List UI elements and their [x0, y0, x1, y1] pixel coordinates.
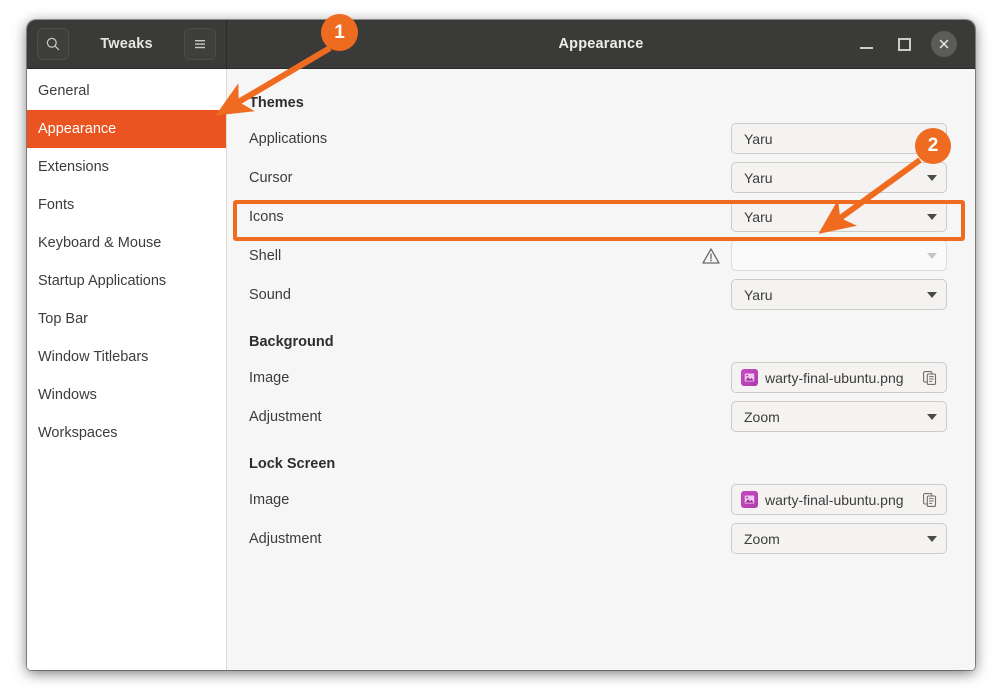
sidebar-item-label: Workspaces	[38, 425, 118, 441]
appearance-settings-panel: Themes Applications Yaru Cursor Yaru Icons Yar…	[227, 69, 975, 670]
sidebar-item-label: Appearance	[38, 121, 117, 137]
setting-row-background-adjustment: Adjustment Zoom	[249, 397, 947, 436]
sidebar-item-label: Extensions	[38, 159, 109, 175]
sidebar-item-label: Keyboard & Mouse	[38, 235, 162, 251]
image-file-name: warty-final-ubuntu.png	[765, 491, 904, 508]
chevron-down-icon	[927, 174, 937, 181]
dropdown-themes-cursor[interactable]: Yaru	[731, 162, 947, 193]
document-stack-icon[interactable]	[922, 492, 938, 508]
dropdown-value: Yaru	[744, 286, 773, 303]
maximize-icon	[897, 37, 911, 51]
section-heading-label: Themes	[249, 95, 304, 111]
setting-row-themes-applications: Applications Yaru	[249, 119, 947, 158]
image-file-name: warty-final-ubuntu.png	[765, 369, 904, 386]
image-file-button[interactable]: warty-final-ubuntu.png	[731, 484, 947, 515]
section-heading-themes: Themes	[249, 91, 947, 115]
chevron-down-icon	[927, 535, 937, 542]
sidebar-item-label: Top Bar	[38, 311, 88, 327]
chevron-down-icon	[927, 213, 937, 220]
headerbar-left-pane: Tweaks	[27, 20, 227, 68]
dropdown-value: Yaru	[744, 130, 773, 147]
warning-triangle-icon	[702, 247, 720, 264]
sidebar-item-extensions[interactable]: Extensions	[27, 148, 226, 186]
sidebar-item-workspaces[interactable]: Workspaces	[27, 414, 226, 452]
section-heading-label: Background	[249, 334, 334, 350]
sidebar-item-windows[interactable]: Windows	[27, 376, 226, 414]
search-icon	[46, 37, 60, 51]
chevron-down-icon	[927, 291, 937, 298]
chevron-down-icon	[927, 252, 937, 259]
annotation-badge-1: 1	[321, 14, 358, 51]
section-heading-lock-screen: Lock Screen	[249, 452, 947, 476]
screenshot-root: Tweaks Appearance General Appearance Ext…	[0, 0, 1003, 700]
setting-row-background-image: Image warty-final-ubuntu.png	[249, 358, 947, 397]
minimize-icon	[859, 39, 873, 49]
sidebar-item-label: Window Titlebars	[38, 349, 149, 365]
minimize-button[interactable]	[855, 33, 877, 55]
setting-label: Cursor	[249, 169, 293, 186]
setting-row-lock-screen-adjustment: Adjustment Zoom	[249, 519, 947, 558]
dropdown-themes-icons[interactable]: Yaru	[731, 201, 947, 232]
setting-label: Adjustment	[249, 408, 322, 425]
app-title: Tweaks	[100, 36, 153, 52]
setting-label: Applications	[249, 130, 328, 147]
dropdown-themes-sound[interactable]: Yaru	[731, 279, 947, 310]
sidebar-item-startup-applications[interactable]: Startup Applications	[27, 262, 226, 300]
setting-row-lock-screen-image: Image warty-final-ubuntu.png	[249, 480, 947, 519]
close-button[interactable]	[931, 31, 957, 57]
setting-label: Adjustment	[249, 530, 322, 547]
tweaks-window: Tweaks Appearance General Appearance Ext…	[27, 20, 975, 670]
document-stack-icon[interactable]	[922, 370, 938, 386]
setting-label: Icons	[249, 208, 284, 225]
chevron-down-icon	[927, 413, 937, 420]
setting-row-themes-sound: Sound Yaru	[249, 275, 947, 314]
sidebar: General Appearance Extensions Fonts Keyboard…	[27, 69, 227, 670]
sidebar-item-label: Startup Applications	[38, 273, 167, 289]
window-headerbar: Tweaks Appearance	[27, 20, 975, 69]
maximize-button[interactable]	[893, 33, 915, 55]
setting-row-themes-icons: Icons Yaru	[249, 197, 947, 236]
setting-row-themes-shell: Shell	[249, 236, 947, 275]
setting-label: Sound	[249, 286, 291, 303]
annotation-badge-2: 2	[915, 128, 951, 164]
sidebar-item-keyboard-mouse[interactable]: Keyboard & Mouse	[27, 224, 226, 262]
setting-label: Shell	[249, 247, 282, 264]
dropdown-value: Zoom	[744, 408, 780, 425]
dropdown-themes-shell	[731, 240, 947, 271]
hamburger-menu-icon	[195, 40, 205, 49]
sidebar-item-general[interactable]: General	[27, 72, 226, 110]
sidebar-item-label: Fonts	[38, 197, 75, 213]
sidebar-item-label: Windows	[38, 387, 97, 403]
dropdown-background-adjustment[interactable]: Zoom	[731, 401, 947, 432]
dropdown-value: Zoom	[744, 530, 780, 547]
setting-label: Image	[249, 491, 290, 508]
image-thumbnail-icon	[741, 491, 758, 508]
section-heading-label: Lock Screen	[249, 456, 336, 472]
window-controls	[855, 31, 975, 57]
dropdown-lock-screen-adjustment[interactable]: Zoom	[731, 523, 947, 554]
sidebar-item-top-bar[interactable]: Top Bar	[27, 300, 226, 338]
close-icon	[939, 39, 949, 49]
section-heading-background: Background	[249, 330, 947, 354]
window-body: General Appearance Extensions Fonts Keyboard…	[27, 69, 975, 670]
sidebar-item-fonts[interactable]: Fonts	[27, 186, 226, 224]
search-button[interactable]	[37, 28, 69, 60]
menu-button[interactable]	[184, 28, 216, 60]
setting-row-themes-cursor: Cursor Yaru	[249, 158, 947, 197]
image-thumbnail-icon	[741, 369, 758, 386]
sidebar-item-appearance[interactable]: Appearance	[27, 110, 226, 148]
sidebar-item-label: General	[38, 83, 90, 99]
dropdown-value: Yaru	[744, 169, 773, 186]
setting-label: Image	[249, 369, 290, 386]
image-file-button[interactable]: warty-final-ubuntu.png	[731, 362, 947, 393]
dropdown-value: Yaru	[744, 208, 773, 225]
sidebar-item-window-titlebars[interactable]: Window Titlebars	[27, 338, 226, 376]
